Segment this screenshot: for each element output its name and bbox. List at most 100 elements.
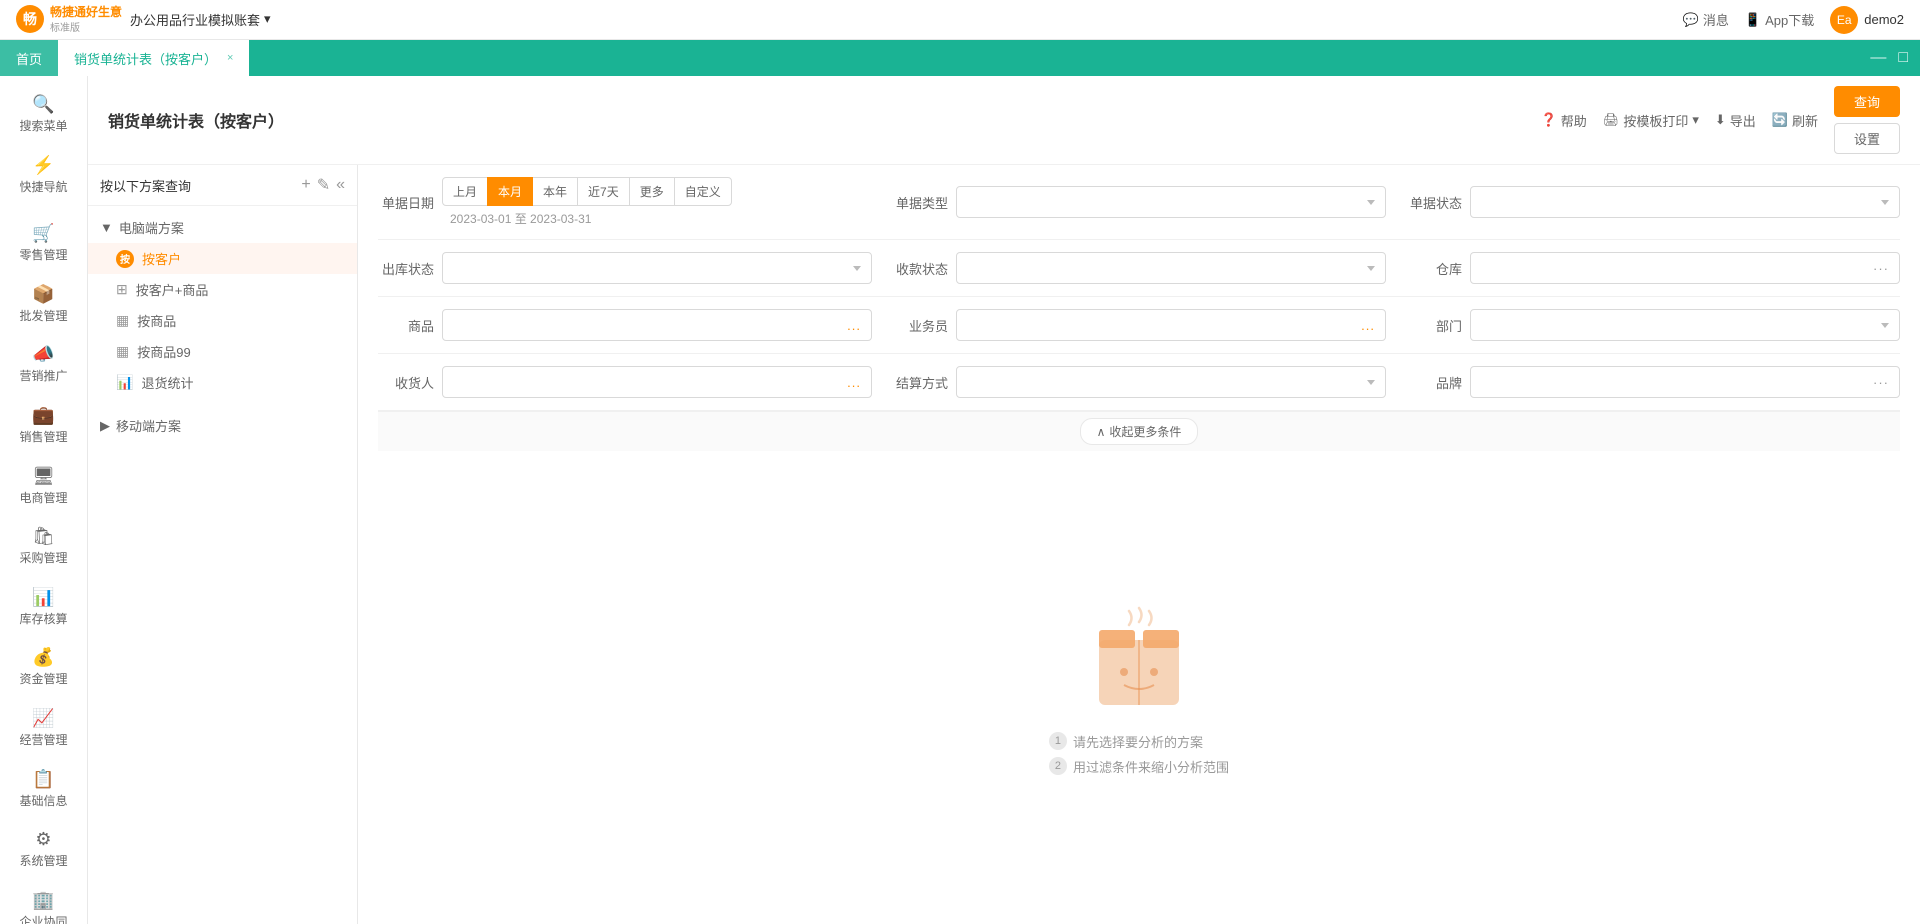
sidebar-item-basic-info[interactable]: 📋 基础信息: [0, 759, 87, 820]
sidebar-item-label: 快捷导航: [19, 180, 67, 196]
help-button[interactable]: ❓ 帮助: [1541, 111, 1587, 130]
logo-sub: 标准版: [50, 19, 122, 34]
filter-row-3: 商品 ... 业务员 ...: [378, 297, 1900, 354]
date-btn-custom[interactable]: 自定义: [674, 177, 732, 206]
finance-icon: 💰: [32, 647, 54, 668]
out-status-select[interactable]: [442, 252, 872, 284]
filter-item-date: 单据日期 上月 本月 本年 近7天 更多 自定义 20: [378, 177, 872, 227]
tab-home-label: 首页: [16, 49, 42, 68]
user-name: demo2: [1864, 12, 1904, 27]
brand-input[interactable]: ···: [1470, 366, 1900, 398]
edit-scheme-button[interactable]: ✎: [317, 175, 330, 195]
sidebar-item-search-menu[interactable]: 🔍 搜索菜单: [0, 84, 87, 145]
scheme-item-label: 按客户+商品: [136, 280, 209, 299]
scheme-item-by-goods[interactable]: ▦ 按商品: [88, 305, 357, 336]
settle-method-label: 结算方式: [892, 373, 948, 392]
empty-hint-2: 2 用过滤条件来缩小分析范围: [1049, 757, 1229, 776]
filter-item-salesperson: 业务员 ...: [892, 309, 1386, 341]
message-label: 消息: [1703, 10, 1729, 29]
template-print-button[interactable]: 🖨 按模板打印 ▾: [1603, 111, 1699, 130]
export-button[interactable]: ⬇ 导出: [1715, 111, 1756, 130]
tab-maximize-button[interactable]: □: [1894, 45, 1912, 71]
sidebar-item-quick-nav[interactable]: ⚡ 快捷导航: [0, 145, 87, 206]
scheme-item-label: 按客户: [142, 249, 181, 268]
collapse-panel-button[interactable]: «: [336, 176, 345, 194]
mobile-group-arrow-icon: ▶: [100, 418, 110, 434]
mobile-group-header[interactable]: ▶ 移动端方案: [88, 410, 357, 441]
receiver-label: 收货人: [378, 373, 434, 392]
app-download-button[interactable]: 📱 App下载: [1745, 10, 1814, 29]
customer-scheme-icon: 按: [116, 250, 134, 268]
collapse-trigger-button[interactable]: ∧ 收起更多条件: [1080, 418, 1199, 445]
sidebar-item-sales-mgmt[interactable]: 💼 销售管理: [0, 395, 87, 456]
content-inner: 按以下方案查询 + ✎ « ▼ 电脑端方案 按: [88, 165, 1920, 924]
settle-method-select[interactable]: [956, 366, 1386, 398]
scheme-item-by-customer[interactable]: 按 按客户: [88, 243, 357, 274]
add-scheme-button[interactable]: +: [301, 176, 310, 194]
sidebar-item-system-mgmt[interactable]: ⚙ 系统管理: [0, 819, 87, 880]
sidebar-item-enterprise[interactable]: 🏢 企业协同: [0, 880, 87, 924]
tab-home[interactable]: 首页: [0, 40, 58, 76]
salesperson-input[interactable]: ...: [956, 309, 1386, 341]
sidebar-item-label: 经营管理: [19, 733, 67, 749]
goods-dots-icon: ...: [847, 318, 861, 333]
template-print-label: 按模板打印: [1623, 111, 1688, 130]
goods-icon: ▦: [116, 312, 129, 329]
out-status-arrow-icon: [853, 266, 861, 271]
dept-select[interactable]: [1470, 309, 1900, 341]
panel-header: 按以下方案查询 + ✎ «: [88, 165, 357, 206]
warehouse-select[interactable]: ···: [1470, 252, 1900, 284]
sidebar-item-inventory[interactable]: 📊 库存核算: [0, 577, 87, 638]
user-menu[interactable]: Ea demo2: [1830, 6, 1904, 34]
filter-item-doc-status: 单据状态: [1406, 177, 1900, 227]
filter-row-4: 收货人 ... 结算方式: [378, 354, 1900, 411]
desktop-group-header[interactable]: ▼ 电脑端方案: [88, 212, 357, 243]
mobile-scheme-group: ▶ 移动端方案: [88, 404, 357, 447]
filter-row-2: 出库状态 收款状态: [378, 240, 1900, 297]
sidebar-item-finance[interactable]: 💰 资金管理: [0, 637, 87, 698]
customer-goods-icon: ⊞: [116, 281, 128, 298]
sidebar-item-label: 企业协同: [19, 915, 67, 924]
date-btn-more[interactable]: 更多: [629, 177, 675, 206]
dept-label: 部门: [1406, 316, 1462, 335]
sidebar-item-ecom-mgmt[interactable]: 🖥 电商管理: [0, 456, 87, 517]
sidebar-item-business-mgmt[interactable]: 📈 经营管理: [0, 698, 87, 759]
date-btn-last-month[interactable]: 上月: [442, 177, 488, 206]
scheme-item-label: 按商品: [137, 311, 176, 330]
desktop-group-arrow-icon: ▼: [100, 220, 113, 235]
date-range-display: 2023-03-01 至 2023-03-31: [450, 210, 872, 227]
doc-type-select[interactable]: [956, 186, 1386, 218]
sidebar-item-label: 搜索菜单: [19, 119, 67, 135]
goods-input[interactable]: ...: [442, 309, 872, 341]
tab-close-icon[interactable]: ×: [227, 52, 233, 64]
help-icon: ❓: [1541, 112, 1557, 128]
message-button[interactable]: 💬 消息: [1683, 10, 1729, 29]
sidebar-item-wholesale-mgmt[interactable]: 📦 批发管理: [0, 274, 87, 335]
sidebar-item-purchase-mgmt[interactable]: 🛍 采购管理: [0, 516, 87, 577]
date-btn-this-year[interactable]: 本年: [532, 177, 578, 206]
query-button[interactable]: 查询: [1834, 86, 1900, 117]
date-btn-last-7-days[interactable]: 近7天: [577, 177, 630, 206]
refresh-button[interactable]: 🔄 刷新: [1772, 111, 1818, 130]
settings-button[interactable]: 设置: [1834, 123, 1900, 154]
app-download-icon: 📱: [1745, 12, 1761, 28]
industry-selector[interactable]: 办公用品行业模拟账套 ▾: [130, 10, 271, 29]
tab-minimize-button[interactable]: —: [1866, 45, 1890, 71]
date-btn-this-month[interactable]: 本月: [487, 177, 533, 206]
receiver-input[interactable]: ...: [442, 366, 872, 398]
sidebar-item-retail-mgmt[interactable]: 🛒 零售管理: [0, 213, 87, 274]
collapse-up-icon: ∧: [1097, 425, 1106, 439]
scheme-item-by-customer-goods[interactable]: ⊞ 按客户+商品: [88, 274, 357, 305]
dept-arrow-icon: [1881, 323, 1889, 328]
page-title: 销货单统计表（按客户）: [108, 108, 284, 132]
purchase-mgmt-icon: 🛍: [32, 526, 55, 547]
scheme-item-return-stat[interactable]: 📊 退货统计: [88, 367, 357, 398]
industry-label: 办公用品行业模拟账套: [130, 10, 260, 29]
hint-1-number: 1: [1049, 732, 1067, 750]
doc-status-select[interactable]: [1470, 186, 1900, 218]
collection-status-select[interactable]: [956, 252, 1386, 284]
marketing-icon: 📣: [32, 344, 54, 365]
scheme-item-by-goods99[interactable]: ▦ 按商品99: [88, 336, 357, 367]
tab-sales-stat[interactable]: 销货单统计表（按客户） ×: [58, 40, 249, 76]
sidebar-item-marketing[interactable]: 📣 营销推广: [0, 334, 87, 395]
